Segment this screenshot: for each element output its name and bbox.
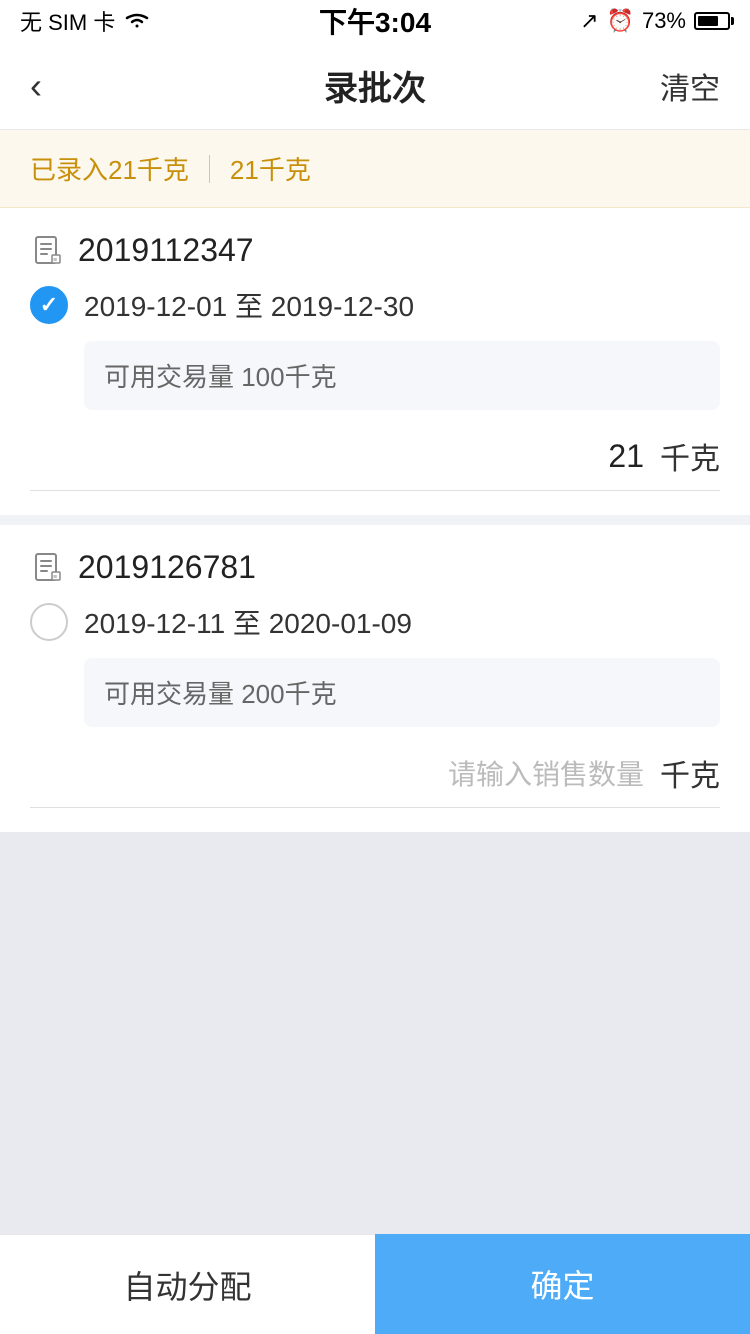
wifi-icon — [123, 11, 151, 31]
nav-bar: ‹ 录批次 清空 — [0, 42, 750, 130]
checkmark-1: ✓ — [40, 292, 58, 318]
confirm-button[interactable]: 确定 — [375, 1234, 750, 1334]
available-qty-2: 可用交易量 200千克 — [84, 658, 720, 727]
batch-input-row-2: 千克 — [30, 743, 720, 808]
unit-label-2: 千克 — [660, 751, 720, 795]
alarm-icon: ⏰ — [607, 8, 634, 34]
quantity-input-1[interactable] — [444, 438, 644, 475]
auto-assign-button[interactable]: 自动分配 — [0, 1234, 375, 1334]
recorded-label: 已录入21千克 — [30, 150, 189, 187]
info-divider — [209, 155, 210, 183]
batch-date-row-1[interactable]: ✓ 2019-12-01 至 2019-12-30 — [30, 285, 720, 325]
batch-id-2: 2019126781 — [78, 549, 256, 586]
svg-text:≡: ≡ — [53, 257, 57, 264]
batch-date-1: 2019-12-01 至 2019-12-30 — [84, 285, 414, 325]
batch-item-1: ≡ 2019112347 ✓ 2019-12-01 至 2019-12-30 可… — [0, 208, 750, 515]
clear-button[interactable]: 清空 — [660, 64, 720, 108]
batch-doc-icon-1: ≡ — [30, 233, 66, 269]
recorded-value: 21千克 — [230, 150, 311, 187]
empty-area — [0, 832, 750, 1234]
status-right: ↗ ⏰ 73% — [580, 8, 730, 34]
status-left: 无 SIM 卡 — [20, 5, 151, 37]
quantity-input-2[interactable] — [444, 755, 644, 792]
available-qty-1: 可用交易量 100千克 — [84, 341, 720, 410]
status-bar: 无 SIM 卡 下午3:04 ↗ ⏰ 73% — [0, 0, 750, 42]
bottom-bar: 自动分配 确定 — [0, 1234, 750, 1334]
carrier-text: 无 SIM 卡 — [20, 5, 115, 37]
back-button[interactable]: ‹ — [30, 65, 90, 107]
batch-doc-icon-2: ≡ — [30, 550, 66, 586]
radio-button-2[interactable] — [30, 603, 68, 641]
battery-percent: 73% — [642, 8, 686, 34]
batch-input-row-1: 千克 — [30, 426, 720, 491]
batch-item-2: ≡ 2019126781 2019-12-11 至 2020-01-09 可用交… — [0, 515, 750, 832]
batch-header-1: ≡ 2019112347 — [30, 232, 720, 269]
info-banner: 已录入21千克 21千克 — [0, 130, 750, 208]
batch-date-row-2[interactable]: 2019-12-11 至 2020-01-09 — [30, 602, 720, 642]
batch-id-1: 2019112347 — [78, 232, 254, 269]
batch-date-2: 2019-12-11 至 2020-01-09 — [84, 602, 412, 642]
unit-label-1: 千克 — [660, 434, 720, 478]
svg-text:≡: ≡ — [53, 574, 57, 581]
radio-button-1[interactable]: ✓ — [30, 286, 68, 324]
page-title: 录批次 — [324, 61, 426, 110]
status-time: 下午3:04 — [319, 1, 431, 41]
location-icon: ↗ — [580, 8, 598, 34]
batch-header-2: ≡ 2019126781 — [30, 549, 720, 586]
battery-icon — [694, 12, 730, 30]
